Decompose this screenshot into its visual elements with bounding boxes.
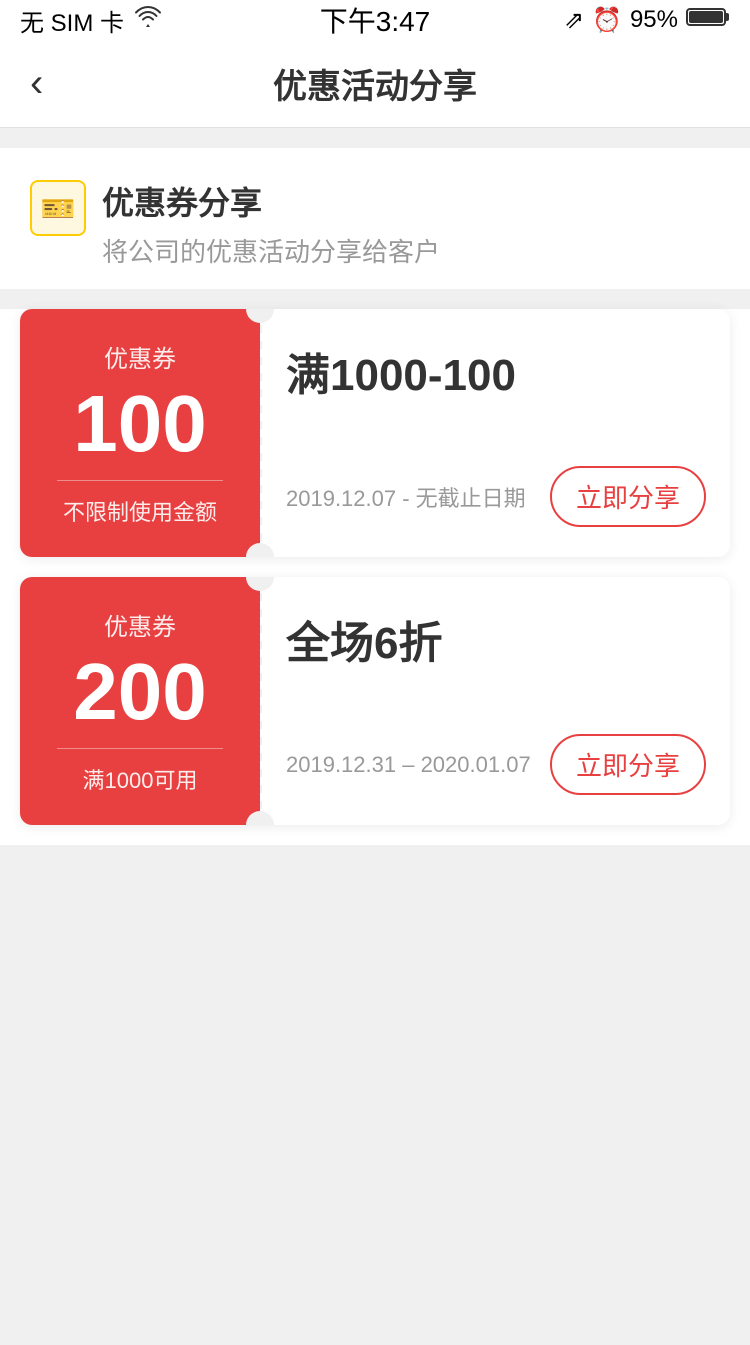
share-button-1[interactable]: 立即分享 (550, 466, 706, 527)
coupon-divider-2 (57, 748, 223, 749)
coupon-bottom-1: 2019.12.07 - 无截止日期 立即分享 (286, 466, 706, 527)
battery-text: 95% (630, 6, 678, 34)
battery-icon (686, 6, 730, 35)
coupon-left-2: 优惠券 200 满1000可用 (20, 577, 260, 825)
section-header: 🎫 优惠券分享 将公司的优惠活动分享给客户 (0, 148, 750, 289)
carrier-text: 无 SIM 卡 (20, 3, 124, 38)
coupon-label-2: 优惠券 (104, 607, 176, 642)
status-right: ⇗ ⏰ 95% (564, 6, 730, 35)
coupon-left-1: 优惠券 100 不限制使用金额 (20, 309, 260, 557)
coupon-name-2: 全场6折 (286, 607, 706, 671)
coupon-name-1: 满1000-100 (286, 339, 706, 403)
status-bar: 无 SIM 卡 下午3:47 ⇗ ⏰ 95% (0, 0, 750, 40)
location-icon: ⇗ (564, 6, 584, 35)
coupon-condition-2: 满1000可用 (83, 763, 198, 795)
section-text: 优惠券分享 将公司的优惠活动分享给客户 (102, 178, 440, 269)
coupon-condition-1: 不限制使用金额 (63, 495, 217, 527)
alarm-icon: ⏰ (592, 6, 622, 35)
coupon-label-1: 优惠券 (104, 339, 176, 374)
section-title: 优惠券分享 (102, 178, 440, 224)
coupon-value-2: 200 (73, 652, 206, 732)
empty-area (0, 845, 750, 1345)
back-button[interactable]: ‹ (30, 61, 43, 106)
coupon-right-1: 满1000-100 2019.12.07 - 无截止日期 立即分享 (262, 309, 730, 557)
coupon-date-2: 2019.12.31 – 2020.01.07 (286, 752, 538, 778)
coupon-list: 优惠券 100 不限制使用金额 满1000-100 2019.12.07 - 无… (0, 309, 750, 845)
coupon-value-1: 100 (73, 384, 206, 464)
coupon-card-2: 优惠券 200 满1000可用 全场6折 2019.12.31 – 2020.0… (20, 577, 730, 825)
coupon-card-1: 优惠券 100 不限制使用金额 满1000-100 2019.12.07 - 无… (20, 309, 730, 557)
wifi-icon (134, 6, 162, 35)
section-subtitle: 将公司的优惠活动分享给客户 (102, 232, 440, 269)
share-button-2[interactable]: 立即分享 (550, 734, 706, 795)
coupon-right-2: 全场6折 2019.12.31 – 2020.01.07 立即分享 (262, 577, 730, 825)
coupon-divider-1 (57, 480, 223, 481)
coupon-icon: 🎫 (30, 180, 86, 236)
nav-title: 优惠活动分享 (273, 59, 477, 108)
nav-bar: ‹ 优惠活动分享 (0, 40, 750, 128)
status-left: 无 SIM 卡 (20, 3, 162, 38)
coupon-bottom-2: 2019.12.31 – 2020.01.07 立即分享 (286, 734, 706, 795)
status-time: 下午3:47 (320, 0, 431, 40)
coupon-date-1: 2019.12.07 - 无截止日期 (286, 481, 538, 513)
